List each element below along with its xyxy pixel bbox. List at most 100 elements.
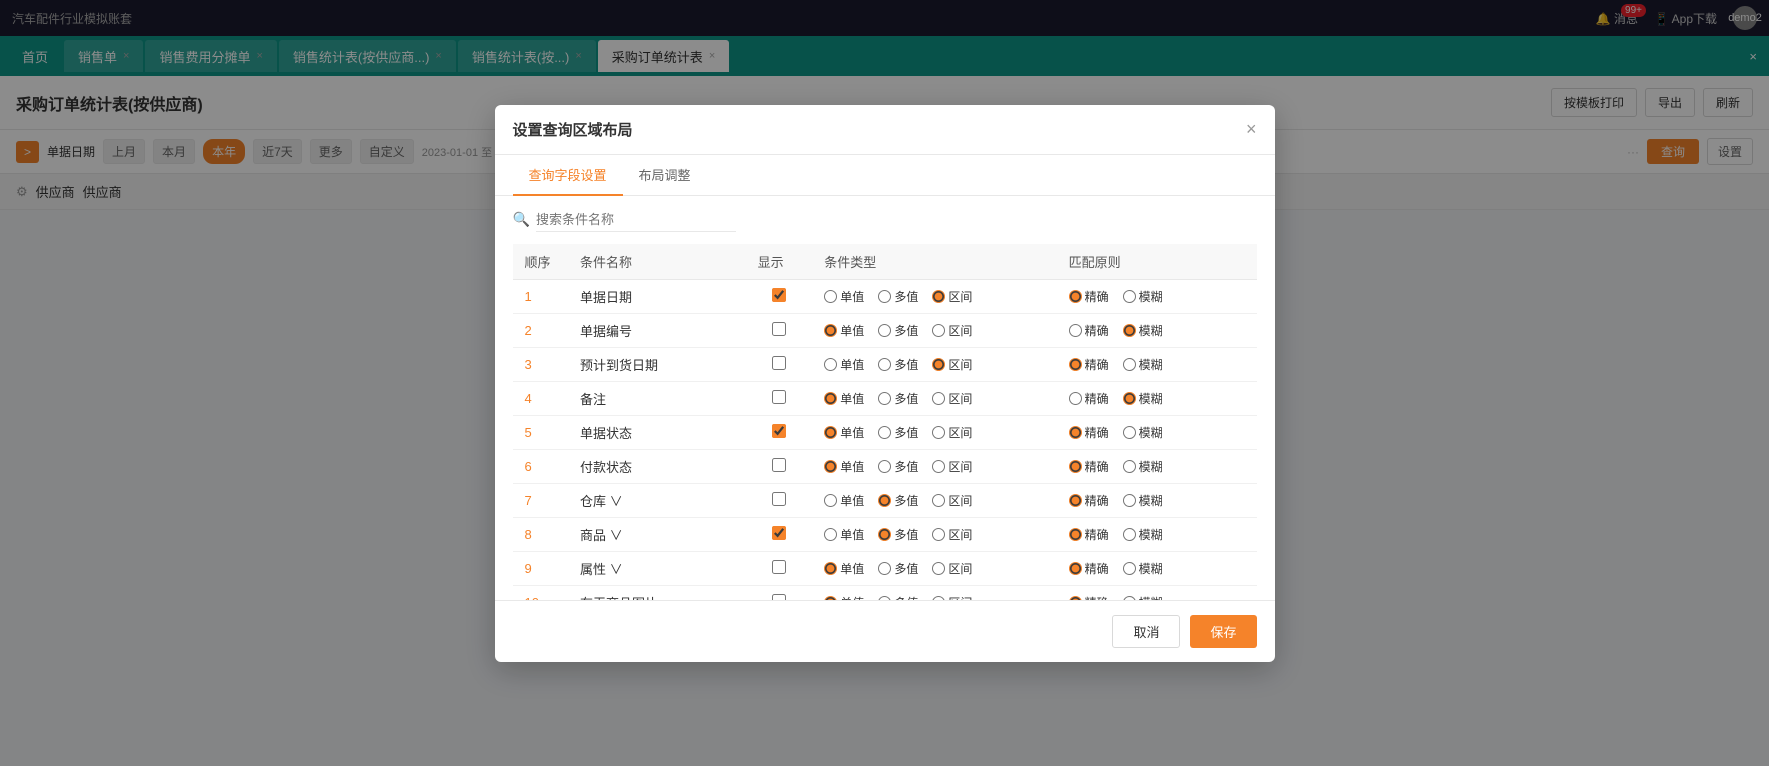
row-type[interactable]: 单值多值区间 <box>812 347 1056 381</box>
type-radio[interactable] <box>932 358 945 371</box>
row-show[interactable] <box>746 280 813 314</box>
dialog-close-btn[interactable]: × <box>1246 120 1257 138</box>
type-radio-label[interactable]: 区间 <box>932 492 972 509</box>
match-radio[interactable] <box>1123 528 1136 541</box>
row-match[interactable]: 精确模糊 <box>1057 517 1257 551</box>
row-type[interactable]: 单值多值区间 <box>812 585 1056 600</box>
row-match[interactable]: 精确模糊 <box>1057 347 1257 381</box>
type-radio[interactable] <box>932 426 945 439</box>
type-radio-label[interactable]: 多值 <box>878 560 918 577</box>
row-type[interactable]: 单值多值区间 <box>812 483 1056 517</box>
match-radio[interactable] <box>1123 324 1136 337</box>
show-checkbox[interactable] <box>772 322 786 336</box>
row-show[interactable] <box>746 551 813 585</box>
type-radio-label[interactable]: 区间 <box>932 424 972 441</box>
match-radio-label[interactable]: 精确 <box>1069 458 1109 475</box>
type-radio-label[interactable]: 多值 <box>878 356 918 373</box>
show-checkbox[interactable] <box>772 492 786 506</box>
match-radio-label[interactable]: 模糊 <box>1123 526 1163 543</box>
match-radio[interactable] <box>1069 494 1082 507</box>
show-checkbox[interactable] <box>772 526 786 540</box>
match-radio[interactable] <box>1069 562 1082 575</box>
type-radio-label[interactable]: 区间 <box>932 526 972 543</box>
type-radio[interactable] <box>878 562 891 575</box>
match-radio[interactable] <box>1123 392 1136 405</box>
type-radio-label[interactable]: 多值 <box>878 288 918 305</box>
match-radio[interactable] <box>1123 460 1136 473</box>
row-match[interactable]: 精确模糊 <box>1057 280 1257 314</box>
row-show[interactable] <box>746 585 813 600</box>
type-radio-label[interactable]: 区间 <box>932 560 972 577</box>
type-radio-label[interactable]: 区间 <box>932 458 972 475</box>
type-radio[interactable] <box>824 426 837 439</box>
row-show[interactable] <box>746 483 813 517</box>
cancel-btn[interactable]: 取消 <box>1112 615 1180 648</box>
type-radio[interactable] <box>878 494 891 507</box>
type-radio-label[interactable]: 单值 <box>824 356 864 373</box>
type-radio-label[interactable]: 单值 <box>824 560 864 577</box>
match-radio-label[interactable]: 精确 <box>1069 492 1109 509</box>
type-radio[interactable] <box>824 392 837 405</box>
row-match[interactable]: 精确模糊 <box>1057 313 1257 347</box>
conditions-table-scroll[interactable]: 1单据日期单值多值区间精确模糊2单据编号单值多值区间精确模糊3预计到货日期单值多… <box>495 280 1275 600</box>
match-radio[interactable] <box>1123 358 1136 371</box>
type-radio-label[interactable]: 多值 <box>878 390 918 407</box>
type-radio[interactable] <box>932 392 945 405</box>
type-radio[interactable] <box>932 562 945 575</box>
show-checkbox[interactable] <box>772 458 786 472</box>
type-radio[interactable] <box>878 392 891 405</box>
type-radio[interactable] <box>932 528 945 541</box>
type-radio[interactable] <box>932 324 945 337</box>
type-radio[interactable] <box>932 494 945 507</box>
show-checkbox[interactable] <box>772 356 786 370</box>
row-match[interactable]: 精确模糊 <box>1057 381 1257 415</box>
type-radio[interactable] <box>932 290 945 303</box>
type-radio-label[interactable]: 单值 <box>824 322 864 339</box>
type-radio[interactable] <box>878 460 891 473</box>
type-radio[interactable] <box>824 460 837 473</box>
type-radio[interactable] <box>878 426 891 439</box>
match-radio[interactable] <box>1069 460 1082 473</box>
match-radio-label[interactable]: 模糊 <box>1123 424 1163 441</box>
type-radio[interactable] <box>878 324 891 337</box>
type-radio-label[interactable]: 单值 <box>824 288 864 305</box>
match-radio[interactable] <box>1123 494 1136 507</box>
type-radio-label[interactable]: 区间 <box>932 288 972 305</box>
type-radio[interactable] <box>878 528 891 541</box>
type-radio-label[interactable]: 多值 <box>878 492 918 509</box>
type-radio[interactable] <box>932 460 945 473</box>
type-radio[interactable] <box>824 562 837 575</box>
match-radio-label[interactable]: 模糊 <box>1123 322 1163 339</box>
type-radio[interactable] <box>824 528 837 541</box>
show-checkbox[interactable] <box>772 390 786 404</box>
match-radio[interactable] <box>1123 426 1136 439</box>
row-type[interactable]: 单值多值区间 <box>812 415 1056 449</box>
row-type[interactable]: 单值多值区间 <box>812 449 1056 483</box>
type-radio-label[interactable]: 单值 <box>824 458 864 475</box>
show-checkbox[interactable] <box>772 288 786 302</box>
type-radio-label[interactable]: 多值 <box>878 458 918 475</box>
show-checkbox[interactable] <box>772 424 786 438</box>
match-radio[interactable] <box>1069 324 1082 337</box>
type-radio[interactable] <box>824 358 837 371</box>
match-radio-label[interactable]: 模糊 <box>1123 288 1163 305</box>
match-radio-label[interactable]: 模糊 <box>1123 458 1163 475</box>
match-radio[interactable] <box>1069 392 1082 405</box>
row-show[interactable] <box>746 517 813 551</box>
tab-layout-adjust[interactable]: 布局调整 <box>623 155 707 196</box>
match-radio[interactable] <box>1069 290 1082 303</box>
type-radio[interactable] <box>824 494 837 507</box>
match-radio-label[interactable]: 精确 <box>1069 390 1109 407</box>
match-radio[interactable] <box>1069 528 1082 541</box>
match-radio-label[interactable]: 精确 <box>1069 526 1109 543</box>
row-show[interactable] <box>746 415 813 449</box>
match-radio-label[interactable]: 模糊 <box>1123 560 1163 577</box>
type-radio-label[interactable]: 多值 <box>878 526 918 543</box>
match-radio[interactable] <box>1069 426 1082 439</box>
row-type[interactable]: 单值多值区间 <box>812 517 1056 551</box>
type-radio-label[interactable]: 区间 <box>932 322 972 339</box>
row-match[interactable]: 精确模糊 <box>1057 585 1257 600</box>
row-type[interactable]: 单值多值区间 <box>812 381 1056 415</box>
type-radio-label[interactable]: 单值 <box>824 492 864 509</box>
type-radio-label[interactable]: 多值 <box>878 424 918 441</box>
